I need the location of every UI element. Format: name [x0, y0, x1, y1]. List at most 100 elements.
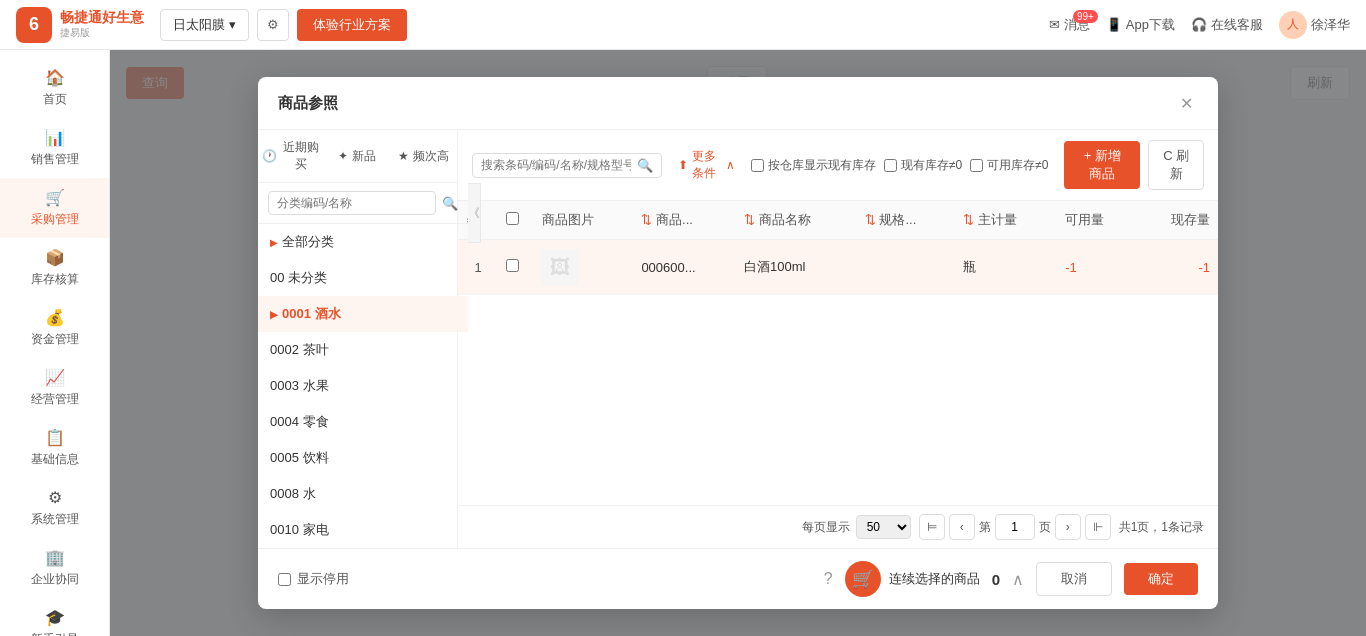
cart-area: 🛒 连续选择的商品 0 — [845, 561, 1000, 597]
cat-item-all[interactable]: ▶ 全部分类 — [258, 224, 468, 260]
sidebar-item-purchase[interactable]: 🛒 采购管理 — [0, 178, 109, 238]
col-available: 可用量 — [1057, 201, 1137, 240]
usable-checkbox[interactable] — [970, 159, 983, 172]
cat-item-snacks[interactable]: 0004 零食 — [258, 404, 468, 440]
sales-icon: 📊 — [45, 128, 65, 147]
sidebar-item-operations[interactable]: 📈 经营管理 — [0, 358, 109, 418]
sort-icon: ⇅ — [744, 212, 755, 227]
cat-item-appliances[interactable]: 0010 家电 — [258, 512, 468, 548]
sort-icon: ⇅ — [641, 212, 652, 227]
per-page-select[interactable]: 50 20 100 — [856, 515, 911, 539]
sidebar-item-system[interactable]: ⚙ 系统管理 — [0, 478, 109, 538]
sidebar-item-inventory[interactable]: 📦 库存核算 — [0, 238, 109, 298]
tab-frequent[interactable]: ★ 频次高 — [391, 130, 457, 182]
chevron-down-icon: ▾ — [229, 17, 236, 32]
help-icon[interactable]: ? — [824, 570, 833, 588]
per-page-control: 每页显示 50 20 100 — [802, 515, 911, 539]
user-nav-item[interactable]: 人 徐泽华 — [1279, 11, 1350, 39]
messages-badge: 99+ — [1073, 10, 1098, 23]
cancel-button[interactable]: 取消 — [1036, 562, 1112, 596]
select-all-checkbox[interactable] — [506, 212, 519, 225]
col-name[interactable]: ⇅ 商品名称 — [736, 201, 857, 240]
col-image: 商品图片 — [534, 201, 633, 240]
show-disabled-checkbox[interactable] — [278, 573, 291, 586]
category-collapse-button[interactable]: 《 — [468, 183, 481, 243]
cat-item-drinks[interactable]: 0005 饮料 — [258, 440, 468, 476]
first-page-button[interactable]: ⊨ — [919, 514, 945, 540]
sidebar-item-home[interactable]: 🏠 首页 — [0, 58, 109, 118]
filter-button[interactable]: ⬆ 更多条件 ∧ — [670, 144, 743, 186]
search-icon[interactable]: 🔍 — [637, 158, 653, 173]
system-icon: ⚙ — [48, 488, 62, 507]
cat-item-liquor[interactable]: ▶ 0001 酒水 — [258, 296, 468, 332]
online-service-nav-item[interactable]: 🎧 在线客服 — [1191, 16, 1263, 34]
app-download-nav-item[interactable]: 📱 App下载 — [1106, 16, 1175, 34]
messages-nav-item[interactable]: ✉ 消息 99+ — [1049, 16, 1090, 34]
cat-panel-content: 🔍 ▶ 全部分类 00 未分类 — [258, 183, 457, 548]
expand-arrow: ▶ — [270, 309, 278, 320]
cat-search-icon[interactable]: 🔍 — [442, 196, 458, 211]
prev-page-button[interactable]: ‹ — [949, 514, 975, 540]
product-search-box: 🔍 — [472, 153, 662, 178]
basics-icon: 📋 — [45, 428, 65, 447]
warehouse-checkbox-label[interactable]: 按仓库显示现有库存 — [751, 157, 876, 174]
sidebar-item-guide[interactable]: 🎓 新手引导 — [0, 598, 109, 636]
page-input[interactable] — [995, 514, 1035, 540]
category-search: 🔍 — [258, 183, 468, 224]
product-panel: 🔍 ⬆ 更多条件 ∧ 按仓库显示现有库存 — [458, 130, 1218, 548]
dialog-overlay: 商品参照 ✕ 🕐 近期购买 ✦ — [110, 50, 1366, 636]
sort-icon: ⇅ — [865, 212, 876, 227]
add-product-button[interactable]: + 新增商品 — [1064, 141, 1140, 189]
sidebar-item-basics[interactable]: 📋 基础信息 — [0, 418, 109, 478]
cat-item-uncategorized[interactable]: 00 未分类 — [258, 260, 468, 296]
product-table: ⚙ 商品图片 — [458, 201, 1218, 295]
star-icon: ★ — [398, 149, 409, 163]
dialog-header: 商品参照 ✕ — [258, 77, 1218, 130]
row-checkbox-cell — [498, 240, 534, 295]
image-placeholder-icon: 🖼 — [550, 256, 570, 279]
cat-item-fruit[interactable]: 0003 水果 — [258, 368, 468, 404]
row-name: 白酒100ml — [736, 240, 857, 295]
col-code[interactable]: ⇅ 商品... — [633, 201, 736, 240]
store-selector[interactable]: 日太阳膜 ▾ — [160, 9, 249, 41]
last-page-button[interactable]: ⊩ — [1085, 514, 1111, 540]
warehouse-checkbox[interactable] — [751, 159, 764, 172]
trial-button[interactable]: 体验行业方案 — [297, 9, 407, 41]
dialog-close-button[interactable]: ✕ — [1174, 91, 1198, 115]
cat-item-tea[interactable]: 0002 茶叶 — [258, 332, 468, 368]
show-disabled-label[interactable]: 显示停用 — [278, 570, 349, 588]
cat-item-water[interactable]: 0008 水 — [258, 476, 468, 512]
available-checkbox-label[interactable]: 现有库存≠0 — [884, 157, 962, 174]
confirm-button[interactable]: 确定 — [1124, 563, 1198, 595]
available-checkbox[interactable] — [884, 159, 897, 172]
usable-checkbox-label[interactable]: 可用库存≠0 — [970, 157, 1048, 174]
purchase-icon: 🛒 — [45, 188, 65, 207]
sidebar-item-sales[interactable]: 📊 销售管理 — [0, 118, 109, 178]
row-checkbox[interactable] — [506, 259, 519, 272]
dialog-footer: 显示停用 ? 🛒 连续选择的商品 0 ∧ 取消 确定 — [258, 548, 1218, 609]
table-row[interactable]: 1 🖼 — [458, 240, 1218, 295]
refresh-button[interactable]: C 刷新 — [1148, 140, 1204, 190]
phone-icon: 📱 — [1106, 17, 1122, 32]
top-nav: 6 畅捷通好生意 捷易版 日太阳膜 ▾ ⚙ 体验行业方案 ✉ 消息 99+ 📱 … — [0, 0, 1366, 50]
sidebar-item-enterprise[interactable]: 🏢 企业协同 — [0, 538, 109, 598]
table-header-row: ⚙ 商品图片 — [458, 201, 1218, 240]
col-spec[interactable]: ⇅ 规格... — [857, 201, 956, 240]
settings-icon[interactable]: ⚙ — [257, 9, 289, 41]
tab-recent-purchase[interactable]: 🕐 近期购买 — [258, 130, 324, 182]
product-search-input[interactable] — [481, 158, 631, 172]
message-icon: ✉ — [1049, 17, 1060, 32]
sidebar-item-finance[interactable]: 💰 资金管理 — [0, 298, 109, 358]
finance-icon: 💰 — [45, 308, 65, 327]
logo-icon: 6 — [16, 7, 52, 43]
tab-new-items[interactable]: ✦ 新品 — [324, 130, 390, 182]
col-stock: 现存量 — [1138, 201, 1218, 240]
cat-search-input[interactable] — [268, 191, 436, 215]
next-page-button[interactable]: › — [1055, 514, 1081, 540]
col-unit[interactable]: ⇅ 主计量 — [955, 201, 1057, 240]
collapse-cart-button[interactable]: ∧ — [1012, 570, 1024, 589]
logo-title: 畅捷通好生意 — [60, 9, 144, 26]
cart-icon[interactable]: 🛒 — [845, 561, 881, 597]
row-stock: -1 — [1138, 240, 1218, 295]
cart-count: 0 — [992, 571, 1000, 588]
